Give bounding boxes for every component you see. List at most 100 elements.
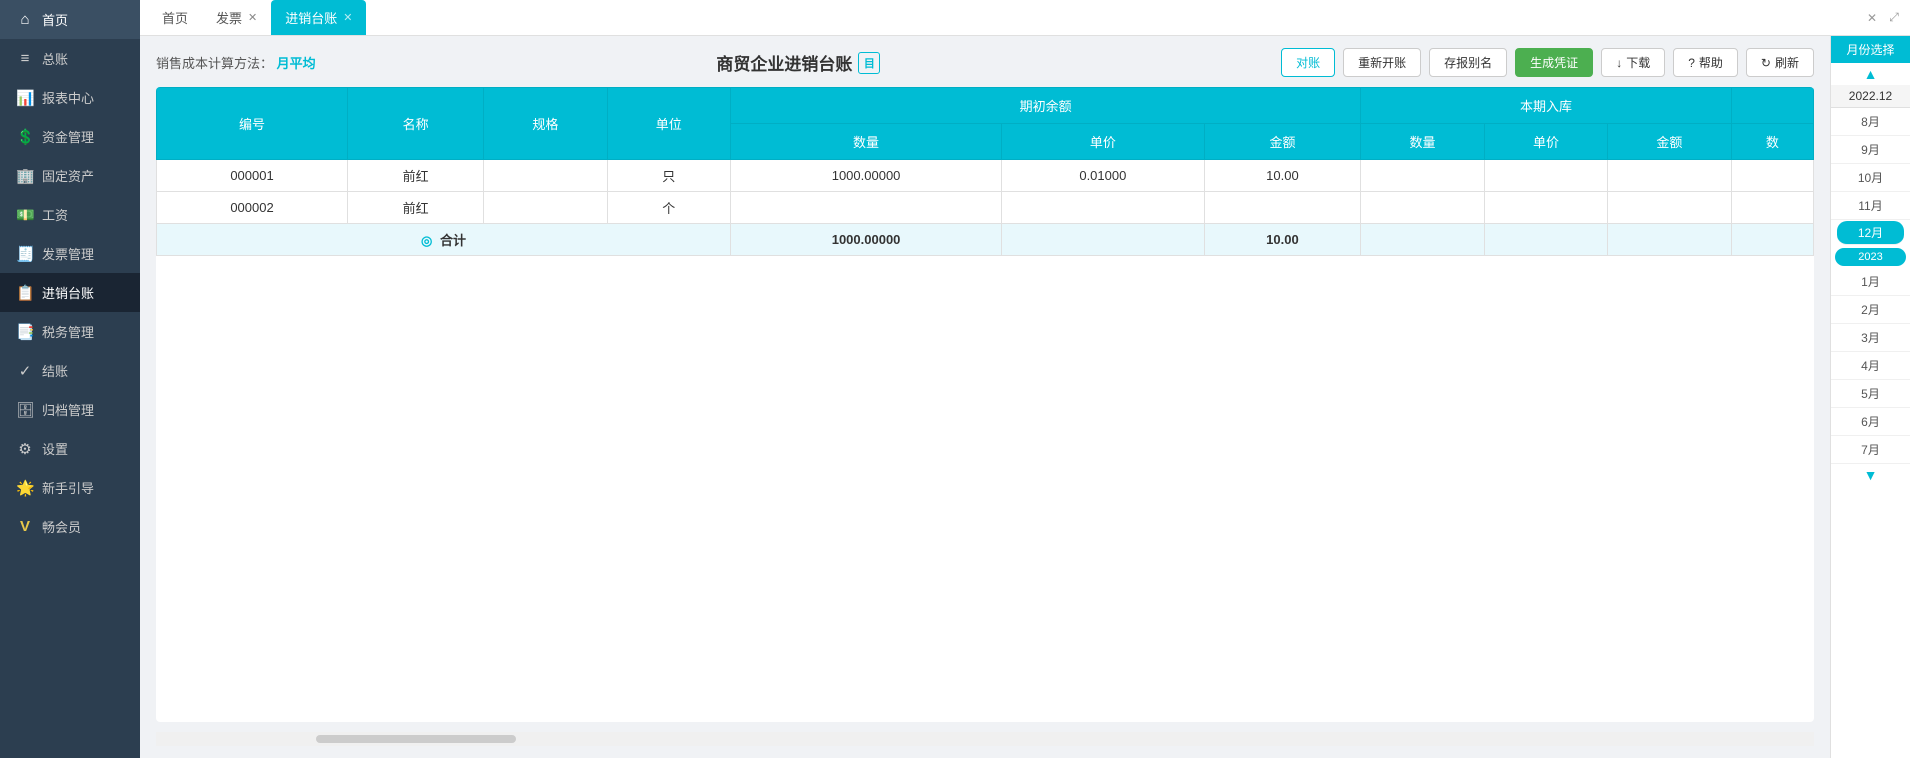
download-icon: ↓ [1616,56,1622,70]
total-in-qty [1361,224,1484,256]
cell-in-amount [1608,192,1731,224]
month-item-8[interactable]: 8月 [1831,108,1910,136]
scroll-thumb[interactable] [316,735,516,743]
sub-header-opening-qty: 数量 [731,124,1002,160]
sidebar-item-fund[interactable]: 💲 资金管理 [0,117,140,156]
ledger-table: 编号 名称 规格 单位 期初余额 本期入库 数量 单价 金额 数量 [156,87,1814,256]
month-item-6[interactable]: 6月 [1831,408,1910,436]
settings-icon: ⚙ [16,440,34,458]
page-title: 商贸企业进销台账 目 [716,50,880,75]
col-header-current-in: 本期入库 [1361,88,1731,124]
month-nav-up[interactable]: ▲ [1831,63,1910,85]
cell-in-qty [1361,160,1484,192]
home-icon: ⌂ [16,11,34,28]
total-in-price [1484,224,1607,256]
tab-invoice-close[interactable]: ✕ [248,11,257,24]
cell-in-amount [1608,160,1731,192]
help-button[interactable]: ? 帮助 [1673,48,1738,77]
generate-voucher-button[interactable]: 生成凭证 [1515,48,1593,77]
month-item-9[interactable]: 9月 [1831,136,1910,164]
sub-header-out-qty: 数 [1731,124,1813,160]
month-item-5[interactable]: 5月 [1831,380,1910,408]
cell-opening-qty: 1000.00000 [731,160,1002,192]
cell-opening-price [1002,192,1204,224]
reconcile-button[interactable]: 对账 [1281,48,1335,77]
download-button[interactable]: ↓ 下载 [1601,48,1665,77]
sidebar-item-settings[interactable]: ⚙ 设置 [0,429,140,468]
purchase-sales-icon: 📋 [16,284,34,302]
sidebar-item-reports[interactable]: 📊 报表中心 [0,78,140,117]
sidebar-item-invoice-mgmt[interactable]: 🧾 发票管理 [0,234,140,273]
cell-opening-amount [1204,192,1361,224]
cell-unit: 只 [607,160,730,192]
month-item-12[interactable]: 12月 [1837,221,1904,245]
cell-unit: 个 [607,192,730,224]
sidebar-item-general-ledger[interactable]: ≡ 总账 [0,39,140,78]
window-maximize-button[interactable]: ⤢ [1886,10,1902,26]
sidebar-item-archive[interactable]: 🗄 归档管理 [0,390,140,429]
sidebar-item-checkout[interactable]: ✓ 结账 [0,351,140,390]
total-label-cell: ◎ 合计 [157,224,731,256]
table-row: 000001 前红 只 1000.00000 0.01000 10.00 [157,160,1814,192]
month-item-4[interactable]: 4月 [1831,352,1910,380]
cost-method-info: 销售成本计算方法： 月平均 [156,53,316,72]
col-header-spec: 规格 [484,88,607,160]
total-opening-price [1002,224,1204,256]
cell-code: 000002 [157,192,348,224]
window-close-button[interactable]: ✕ [1864,10,1880,26]
month-nav-down[interactable]: ▼ [1831,464,1910,486]
cell-out-qty [1731,160,1813,192]
sidebar-item-guide[interactable]: 🌟 新手引导 [0,468,140,507]
month-item-2[interactable]: 2月 [1831,296,1910,324]
fund-icon: 💲 [16,128,34,146]
checkout-icon: ✓ [16,362,34,380]
horizontal-scrollbar[interactable] [156,732,1814,746]
tab-purchase-sales[interactable]: 进销台账 ✕ [271,0,366,35]
vip-icon: V [16,518,34,535]
sidebar-item-fixed-assets[interactable]: 🏢 固定资产 [0,156,140,195]
assets-icon: 🏢 [16,167,34,185]
sub-header-opening-price: 单价 [1002,124,1204,160]
sidebar-item-tax[interactable]: 📑 税务管理 [0,312,140,351]
tab-invoice[interactable]: 发票 ✕ [202,0,271,35]
ledger-icon: ≡ [16,50,34,67]
save-alias-button[interactable]: 存报别名 [1429,48,1507,77]
cell-opening-amount: 10.00 [1204,160,1361,192]
cell-in-price [1484,160,1607,192]
month-panel: 月份选择 ▲ 2022.12 8月 9月 10月 11月 12月 2023 1月… [1830,36,1910,758]
invoice-mgmt-icon: 🧾 [16,245,34,263]
sidebar: ⌂ 首页 ≡ 总账 📊 报表中心 💲 资金管理 🏢 固定资产 💵 工资 🧾 发票… [0,0,140,758]
cell-name: 前红 [348,192,484,224]
sidebar-item-vip[interactable]: V 畅会员 [0,507,140,546]
sub-header-in-amount: 金额 [1608,124,1731,160]
cell-spec [484,160,607,192]
month-item-7[interactable]: 7月 [1831,436,1910,464]
total-out-qty [1731,224,1813,256]
month-item-11[interactable]: 11月 [1831,192,1910,220]
col-header-unit: 单位 [607,88,730,160]
main-area: 首页 发票 ✕ 进销台账 ✕ ✕ ⤢ 销售成本计算方法： 月平均 商贸企业进销台… [140,0,1910,758]
total-icon: ◎ [421,233,432,248]
refresh-button[interactable]: ↻ 刷新 [1746,48,1814,77]
toolbar-buttons: 对账 重新开账 存报别名 生成凭证 ↓ 下载 ? 帮助 ↻ 刷新 [1281,48,1814,77]
ledger-table-container: 编号 名称 规格 单位 期初余额 本期入库 数量 单价 金额 数量 [156,87,1814,722]
sub-header-in-qty: 数量 [1361,124,1484,160]
content-area: 销售成本计算方法： 月平均 商贸企业进销台账 目 对账 重新开账 存报别名 生成… [140,36,1910,758]
tab-home[interactable]: 首页 [148,0,202,35]
month-item-1[interactable]: 1月 [1831,268,1910,296]
col-header-opening-balance: 期初余额 [731,88,1361,124]
col-header-extra [1731,88,1813,124]
tab-purchase-sales-close[interactable]: ✕ [343,11,352,24]
archive-icon: 🗄 [16,401,34,419]
month-item-10[interactable]: 10月 [1831,164,1910,192]
window-controls: ✕ ⤢ [1864,10,1902,26]
cell-spec [484,192,607,224]
sidebar-item-payroll[interactable]: 💵 工资 [0,195,140,234]
reopen-button[interactable]: 重新开账 [1343,48,1421,77]
payroll-icon: 💵 [16,206,34,224]
col-header-code: 编号 [157,88,348,160]
cell-in-price [1484,192,1607,224]
month-item-3[interactable]: 3月 [1831,324,1910,352]
sidebar-item-purchase-sales[interactable]: 📋 进销台账 [0,273,140,312]
sidebar-item-home[interactable]: ⌂ 首页 [0,0,140,39]
